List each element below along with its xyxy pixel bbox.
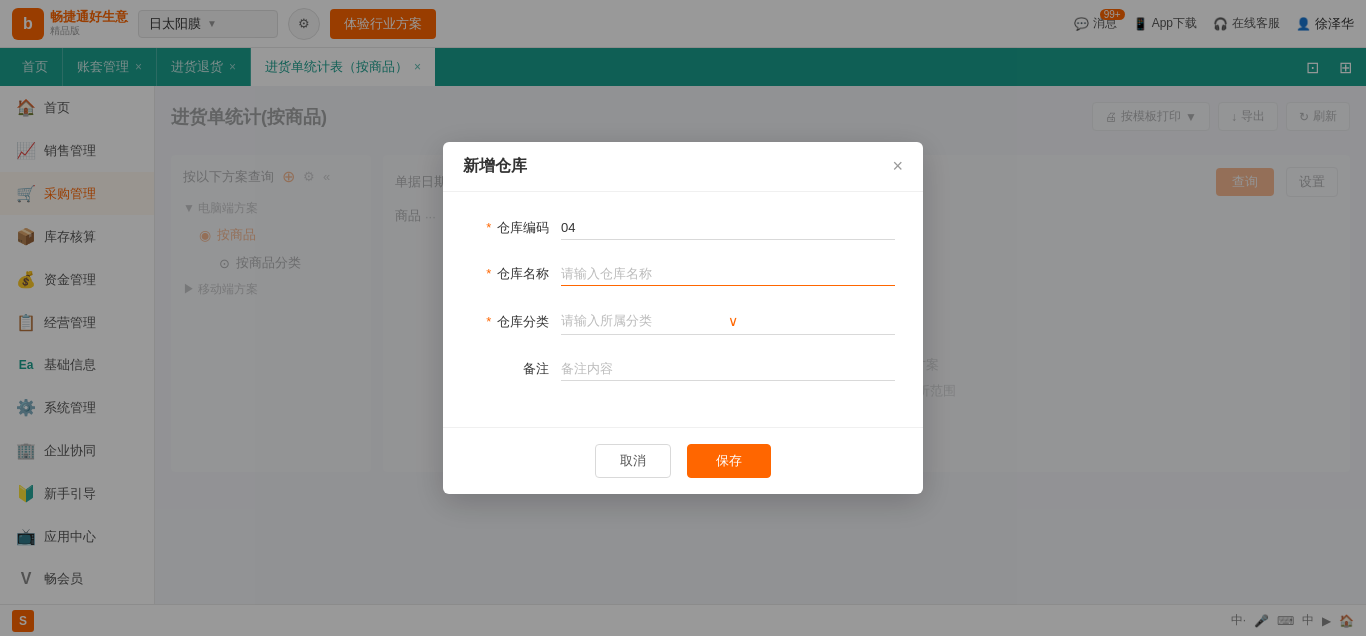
modal-body: * 仓库编码 * 仓库名称 * 仓库分类 请输入所属 — [443, 192, 923, 427]
modal-close-button[interactable]: × — [892, 156, 903, 177]
name-input[interactable] — [561, 262, 895, 286]
required-star-category: * — [486, 314, 491, 329]
save-button[interactable]: 保存 — [687, 444, 771, 478]
form-row-code: * 仓库编码 — [471, 216, 895, 240]
modal-title: 新增仓库 — [463, 156, 527, 177]
category-placeholder: 请输入所属分类 — [561, 312, 728, 330]
category-select[interactable]: 请输入所属分类 ∨ — [561, 308, 895, 335]
required-star-name: * — [486, 266, 491, 281]
form-row-name: * 仓库名称 — [471, 262, 895, 286]
modal-overlay[interactable]: 新增仓库 × * 仓库编码 * 仓库名称 — [0, 0, 1366, 636]
form-row-category: * 仓库分类 请输入所属分类 ∨ — [471, 308, 895, 335]
modal-add-warehouse: 新增仓库 × * 仓库编码 * 仓库名称 — [443, 142, 923, 494]
required-star-code: * — [486, 220, 491, 235]
category-arrow-icon: ∨ — [728, 313, 895, 329]
remark-label: 备注 — [471, 360, 561, 378]
code-label: * 仓库编码 — [471, 219, 561, 237]
remark-input[interactable] — [561, 357, 895, 381]
modal-header: 新增仓库 × — [443, 142, 923, 192]
name-label: * 仓库名称 — [471, 265, 561, 283]
cancel-button[interactable]: 取消 — [595, 444, 671, 478]
category-label: * 仓库分类 — [471, 313, 561, 331]
form-row-remark: 备注 — [471, 357, 895, 381]
modal-footer: 取消 保存 — [443, 427, 923, 494]
code-input[interactable] — [561, 216, 895, 240]
